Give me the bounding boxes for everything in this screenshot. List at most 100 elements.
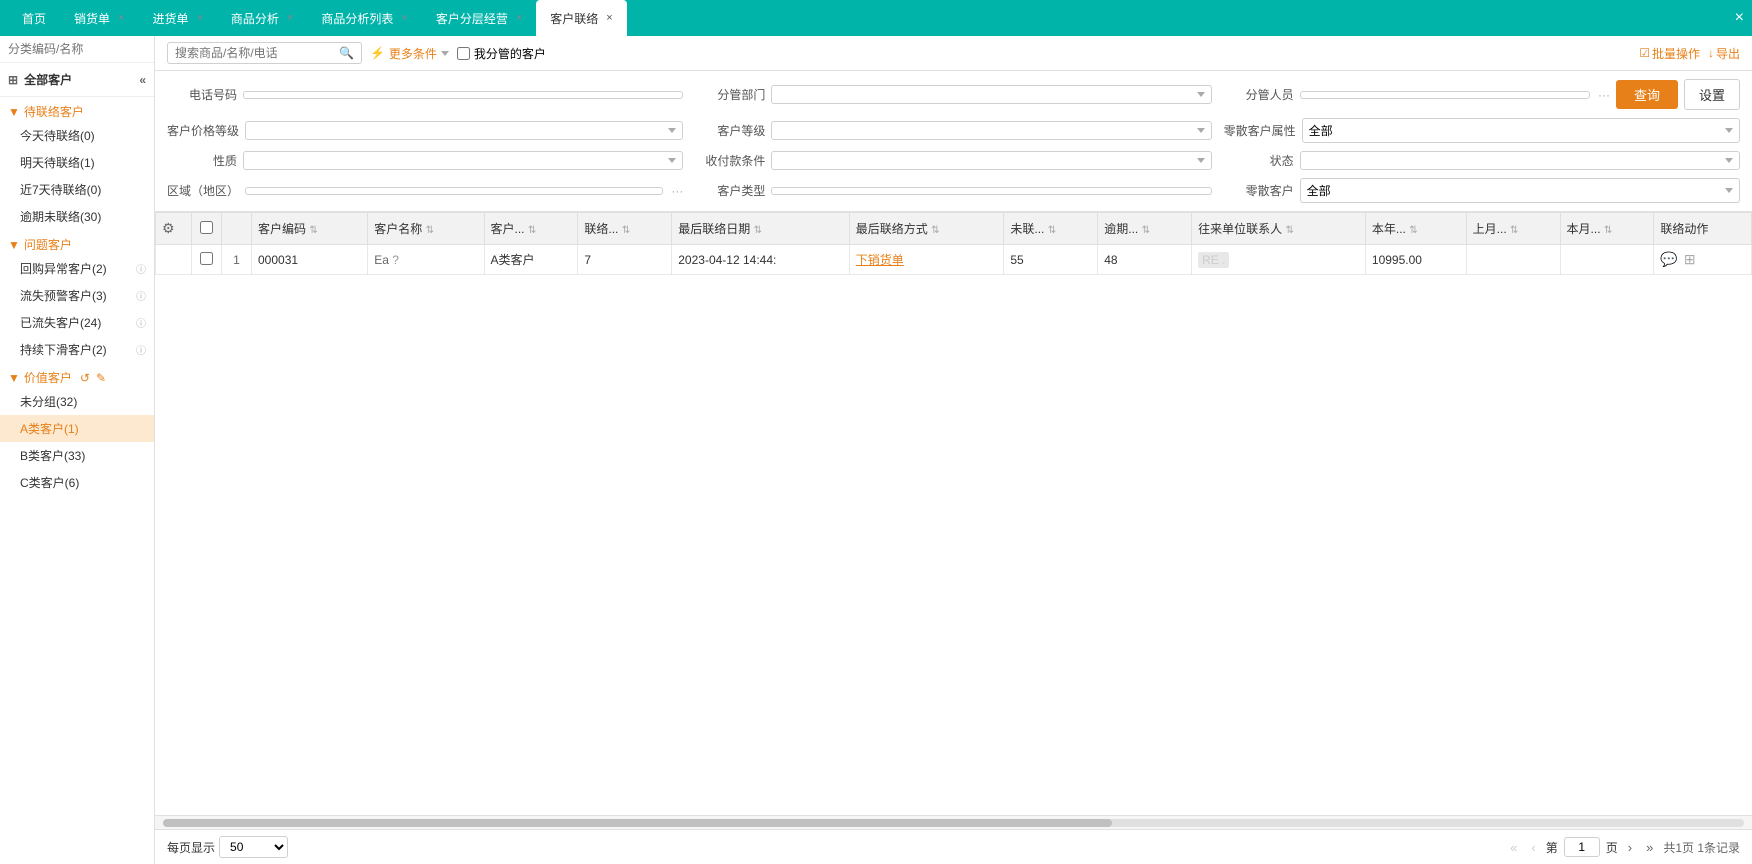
my-customers-checkbox[interactable]: 我分管的客户 [457,45,546,62]
tab-customer-layer[interactable]: 客户分层经营 × [422,0,536,36]
sidebar-item-tomorrow[interactable]: 明天待联络(1) [0,149,154,176]
tab-goods-list[interactable]: 商品分析列表 × [307,0,421,36]
top-nav: 首页 销货单 × 进货单 × 商品分析 × 商品分析列表 × 客户分层经营 × … [0,0,1752,36]
col-thisyear-sort-icon[interactable]: ⇅ [1409,225,1417,236]
tab-goods-list-close[interactable]: × [401,12,407,24]
region-input[interactable] [245,187,663,195]
filter-row-scatter: 零散客户 全部 [1224,178,1740,203]
page-input[interactable] [1564,837,1600,857]
tab-home[interactable]: 首页 [8,0,60,36]
tab-customer-contact[interactable]: 客户联络 × [536,0,626,36]
region-ellipsis[interactable]: ··· [671,184,683,198]
row-lastmethod[interactable]: 下销货单 [856,253,904,267]
col-thismonth-sort-icon[interactable]: ⇅ [1604,225,1612,236]
col-code-sort-icon[interactable]: ⇅ [309,225,317,236]
sidebar-search-input[interactable] [8,42,155,56]
col-num-header [222,213,252,245]
row-lastmethod-cell: 下销货单 [849,245,1004,275]
manager-input[interactable] [1300,91,1590,99]
col-uncontact-label: 未联... [1010,222,1044,236]
sidebar-item-class-c[interactable]: C类客户(6) [0,469,154,496]
col-lastmethod-sort-icon[interactable]: ⇅ [931,225,939,236]
gear-button[interactable]: ⚙ [162,220,175,236]
last-page-btn[interactable]: » [1642,838,1657,857]
col-type-sort-icon[interactable]: ⇅ [528,225,536,236]
page-size-control: 每页显示 50 10 20 100 [167,836,288,858]
col-contact2-sort-icon[interactable]: ⇅ [1285,225,1293,236]
export-btn[interactable]: ↓ 导出 [1708,45,1740,62]
sidebar-item-repurchase-label: 回购异常客户(2) [20,260,107,277]
next-page-btn[interactable]: › [1624,838,1636,857]
sidebar-collapse-btn[interactable]: « [139,73,146,87]
col-lastmonth-label: 上月... [1473,222,1507,236]
settings-button[interactable]: 设置 [1684,79,1740,110]
my-customers-check[interactable] [457,47,470,60]
more-conditions-btn[interactable]: ⚡ 更多条件 [370,45,449,62]
col-action-header: 联络动作 [1654,213,1752,245]
phone-input[interactable] [243,91,683,99]
sidebar-item-tomorrow-label: 明天待联络(1) [20,154,95,171]
customer-level-select[interactable] [771,121,1211,140]
scrollbar-track[interactable] [163,819,1744,827]
batch-op-btn[interactable]: ☑ 批量操作 [1639,45,1700,62]
prev-page-btn[interactable]: ‹ [1527,838,1539,857]
select-all-checkbox[interactable] [200,221,213,234]
section-pending-contact[interactable]: ▼ 待联络客户 [0,97,154,122]
tab-purchase-close[interactable]: × [196,12,202,24]
horizontal-scrollbar[interactable] [155,815,1752,829]
sidebar-item-7days[interactable]: 近7天待联络(0) [0,176,154,203]
col-lastdate-sort-icon[interactable]: ⇅ [754,225,762,236]
section-problem-label: 问题客户 [24,236,72,253]
col-overdue-sort-icon[interactable]: ⇅ [1142,225,1150,236]
col-contact-sort-icon[interactable]: ⇅ [622,225,630,236]
tab-sales[interactable]: 销货单 × [60,0,138,36]
row-checkbox[interactable] [200,252,213,265]
sidebar-item-overdue[interactable]: 逾期未联络(30) [0,203,154,230]
section-value-customers[interactable]: ▼ 价值客户 ↺ ✎ [0,363,154,388]
filter-search-icon[interactable]: 🔍 [339,46,354,60]
first-page-btn[interactable]: « [1506,838,1521,857]
close-all-button[interactable]: × [1735,9,1744,27]
edit-icon[interactable]: ✎ [96,371,106,385]
tab-customer-layer-close[interactable]: × [516,12,522,24]
col-name-sort-icon[interactable]: ⇅ [426,225,434,236]
sidebar-item-class-a[interactable]: A类客户(1) [0,415,154,442]
price-level-select[interactable] [245,121,683,140]
sidebar-item-today[interactable]: 今天待联络(0) [0,122,154,149]
manager-ellipsis[interactable]: ··· [1598,88,1610,102]
tab-customer-contact-close[interactable]: × [606,12,612,24]
dept-select[interactable] [771,85,1211,104]
section-problem-customers[interactable]: ▼ 问题客户 [0,230,154,255]
filter-search-input[interactable] [175,46,335,60]
col-uncontact-sort-icon[interactable]: ⇅ [1048,225,1056,236]
tab-purchase[interactable]: 进货单 × [138,0,216,36]
info-icon-2: ⓘ [136,288,146,303]
sidebar-item-repurchase-abnormal[interactable]: 回购异常客户(2) ⓘ [0,255,154,282]
sidebar-item-ungrouped[interactable]: 未分组(32) [0,388,154,415]
nature-select[interactable] [243,151,683,170]
qr-action-icon[interactable]: ⊞ [1684,251,1696,268]
scatter-attr-select[interactable]: 全部 [1302,118,1740,143]
scrollbar-thumb[interactable] [163,819,1112,827]
comment-action-icon[interactable]: 💬 [1660,251,1677,268]
more-conditions-label: 更多条件 [389,45,437,62]
row-checkbox-cell [192,245,222,275]
sidebar-all-customers[interactable]: ⊞ 全部客户 « [0,63,154,97]
payment-select[interactable] [771,151,1211,170]
customer-type-input[interactable] [771,187,1211,195]
refresh-icon[interactable]: ↺ [80,371,90,385]
tab-sales-close[interactable]: × [118,12,124,24]
sidebar-item-class-b[interactable]: B类客户(33) [0,442,154,469]
tab-goods-analysis[interactable]: 商品分析 × [217,0,307,36]
sidebar-item-class-b-label: B类客户(33) [20,447,85,464]
sidebar-item-churn-warning[interactable]: 流失预警客户(3) ⓘ [0,282,154,309]
status-select[interactable] [1300,151,1740,170]
chevron-down-icon [441,46,449,60]
scatter-select[interactable]: 全部 [1300,178,1740,203]
tab-goods-analysis-close[interactable]: × [287,12,293,24]
col-lastmonth-sort-icon[interactable]: ⇅ [1510,225,1518,236]
query-button[interactable]: 查询 [1616,80,1678,109]
sidebar-item-declining[interactable]: 持续下滑客户(2) ⓘ [0,336,154,363]
page-size-select[interactable]: 50 10 20 100 [219,836,288,858]
sidebar-item-churned[interactable]: 已流失客户(24) ⓘ [0,309,154,336]
